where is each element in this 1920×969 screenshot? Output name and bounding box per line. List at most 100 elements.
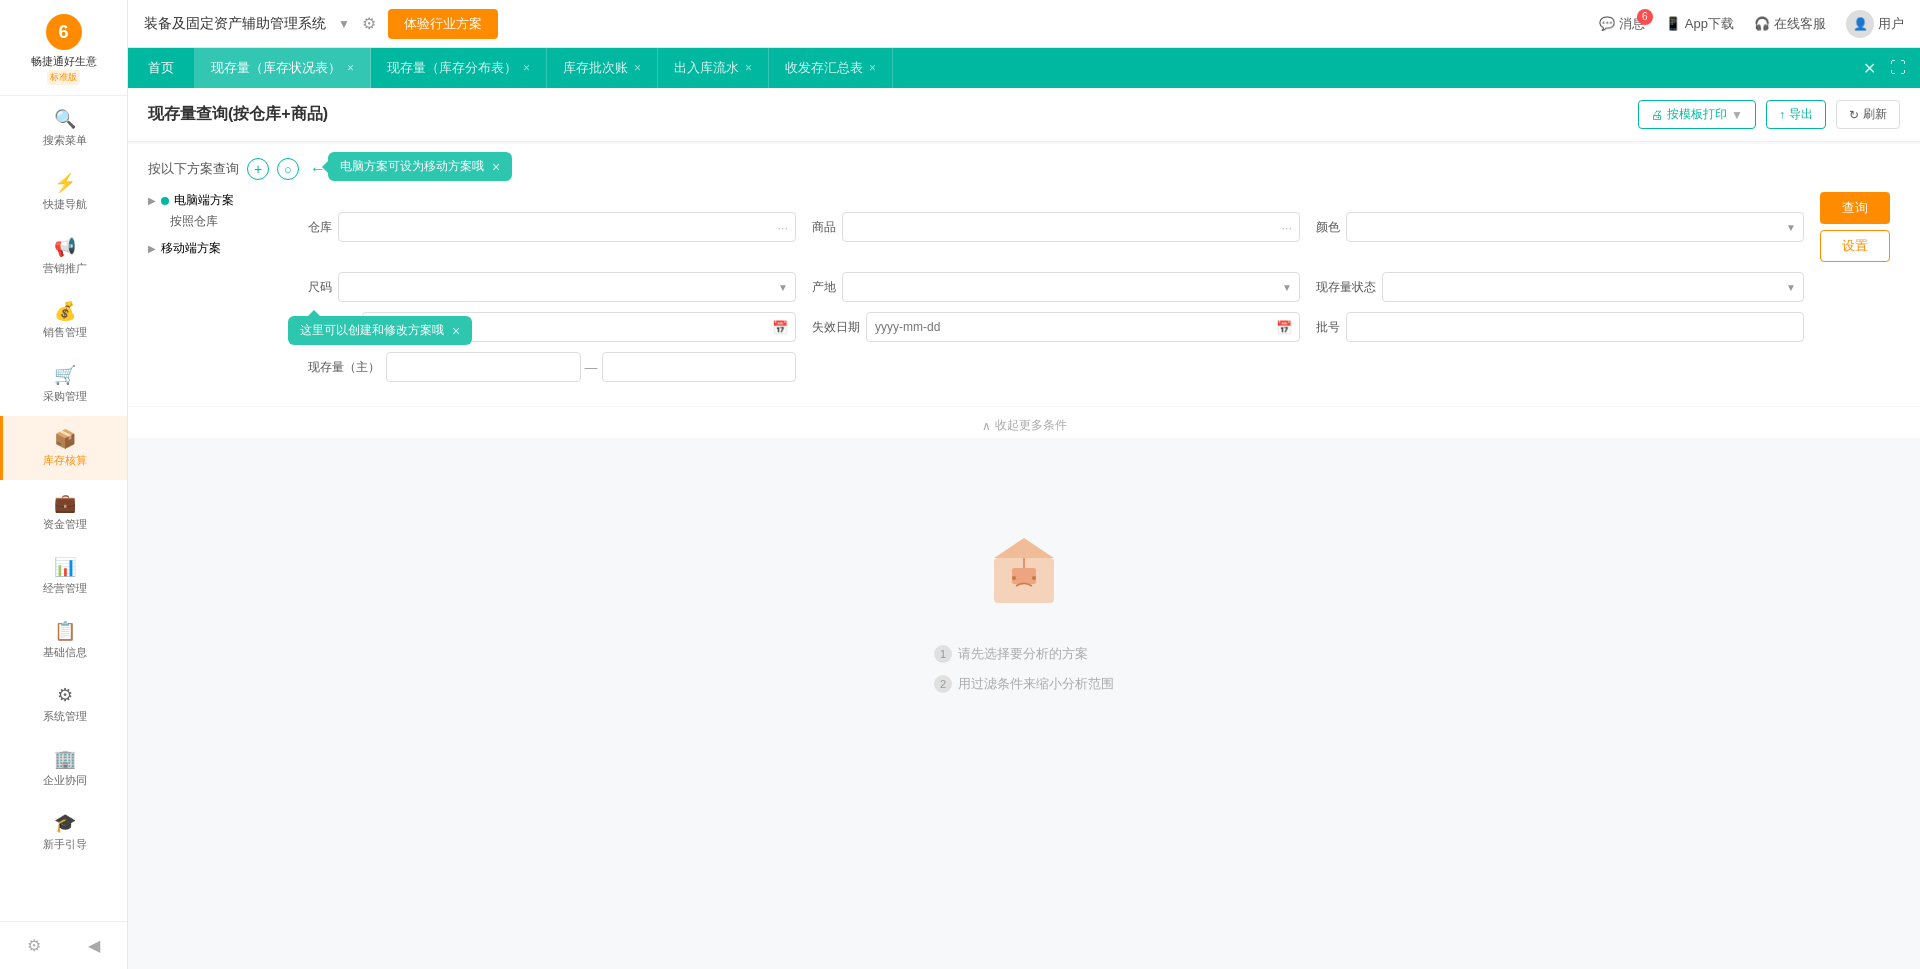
sidebar-item-sales[interactable]: 💰 销售管理	[0, 288, 127, 352]
scheme-tooltip-text: 电脑方案可设为移动方案哦	[340, 158, 484, 175]
mobile-group-label: 移动端方案	[161, 240, 221, 257]
tab-stock-dist[interactable]: 现存量（库存分布表） ×	[371, 48, 547, 88]
export-btn[interactable]: ↑ 导出	[1766, 100, 1826, 129]
stock-main-to[interactable]	[602, 352, 797, 382]
sidebar-item-label-search: 搜索菜单	[43, 133, 87, 148]
sidebar-item-label-asset: 资金管理	[43, 517, 87, 532]
mobile-group-arrow: ▶	[148, 243, 156, 254]
system-dropdown[interactable]: ▼	[338, 17, 350, 31]
scheme-circle-btn[interactable]: ○	[277, 158, 299, 180]
tab-inout-close[interactable]: ×	[745, 61, 752, 75]
sidebar-item-system[interactable]: ⚙ 系统管理	[0, 672, 127, 736]
tab-inout[interactable]: 出入库流水 ×	[658, 48, 769, 88]
goods-label: 商品	[812, 219, 836, 236]
warehouse-input[interactable]	[338, 212, 796, 242]
user-btn[interactable]: 👤 用户	[1846, 10, 1904, 38]
sidebar-item-label-operation: 经营管理	[43, 581, 87, 596]
page-header: 现存量查询(按仓库+商品) 🖨 按模板打印 ▼ ↑ 导出 ↻ 刷新	[128, 88, 1920, 142]
export-label: 导出	[1789, 106, 1813, 123]
collapse-up-icon: ∧	[982, 419, 991, 433]
sidebar-item-operation[interactable]: 📊 经营管理	[0, 544, 127, 608]
stock-status-label: 现存量状态	[1316, 279, 1376, 296]
stock-status-select[interactable]	[1382, 272, 1804, 302]
industry-btn[interactable]: 体验行业方案	[388, 9, 498, 39]
sidebar-item-label-basic: 基础信息	[43, 645, 87, 660]
tab-close-all-icon[interactable]: ✕	[1859, 57, 1880, 80]
edit-scheme-tooltip-close[interactable]: ×	[452, 323, 460, 339]
color-select[interactable]	[1346, 212, 1804, 242]
sidebar-item-quick-nav[interactable]: ⚡ 快捷导航	[0, 160, 127, 224]
scheme-list: ▶ 电脑端方案 按照仓库 ▶ 移动端方案	[148, 192, 308, 382]
collapse-sidebar-btn[interactable]: ◀	[84, 932, 104, 959]
sidebar-item-label-system: 系统管理	[43, 709, 87, 724]
goods-input[interactable]	[842, 212, 1300, 242]
sidebar-item-search[interactable]: 🔍 搜索菜单	[0, 96, 127, 160]
warehouse-label: 仓库	[308, 219, 332, 236]
tab-home[interactable]: 首页	[128, 48, 195, 88]
user-label: 用户	[1878, 15, 1904, 33]
tab-expand-icon[interactable]: ⛶	[1886, 57, 1910, 79]
pc-scheme-group[interactable]: ▶ 电脑端方案	[148, 192, 308, 209]
template-print-btn[interactable]: 🖨 按模板打印 ▼	[1638, 100, 1756, 129]
marketing-icon: 📢	[54, 236, 76, 258]
sidebar-item-marketing[interactable]: 📢 营销推广	[0, 224, 127, 288]
sidebar-item-label-quick-nav: 快捷导航	[43, 197, 87, 212]
tab-batch-close[interactable]: ×	[634, 61, 641, 75]
tab-stock-status[interactable]: 现存量（库存状况表） ×	[195, 48, 371, 88]
set-btn[interactable]: 设置	[1820, 230, 1890, 262]
tip1-text: 请先选择要分析的方案	[958, 641, 1088, 667]
tab-batch[interactable]: 库存批次账 ×	[547, 48, 658, 88]
tabs-actions: ✕ ⛶	[1849, 48, 1920, 88]
batch-input[interactable]	[1346, 312, 1804, 342]
app-download-btn[interactable]: 📱 App下载	[1665, 15, 1734, 33]
sidebar-item-label-enterprise: 企业协同	[43, 773, 87, 788]
page-actions: 🖨 按模板打印 ▼ ↑ 导出 ↻ 刷新	[1638, 100, 1900, 129]
tip2-text: 用过滤条件来缩小分析范围	[958, 671, 1114, 697]
expire-date-input[interactable]	[866, 312, 1300, 342]
settings-gear-icon[interactable]: ⚙	[362, 14, 376, 33]
online-service-btn[interactable]: 🎧 在线客服	[1754, 15, 1826, 33]
stock-main-field: 现存量（主） —	[308, 352, 796, 382]
tab-summary[interactable]: 收发存汇总表 ×	[769, 48, 893, 88]
pc-scheme-item[interactable]: 按照仓库	[148, 213, 308, 230]
pc-group-arrow: ▶	[148, 195, 156, 206]
add-scheme-btn[interactable]: +	[247, 158, 269, 180]
stock-main-from[interactable]	[386, 352, 581, 382]
edit-scheme-tooltip: 这里可以创建和修改方案哦 ×	[288, 316, 472, 345]
scheme-tooltip-close[interactable]: ×	[492, 159, 500, 175]
empty-tip-1: 1 请先选择要分析的方案	[934, 641, 1114, 667]
sidebar-item-asset[interactable]: 💼 资金管理	[0, 480, 127, 544]
sidebar-item-inventory[interactable]: 📦 库存核算	[0, 416, 127, 480]
origin-field: 产地 ▼	[812, 272, 1300, 302]
purchase-icon: 🛒	[54, 364, 76, 386]
origin-select[interactable]	[842, 272, 1300, 302]
sidebar-item-guide[interactable]: 🎓 新手引导	[0, 800, 127, 864]
search-icon: 🔍	[54, 108, 76, 130]
settings-btn[interactable]: ⚙	[23, 932, 45, 959]
tab-batch-label: 库存批次账	[563, 59, 628, 77]
empty-tip-2: 2 用过滤条件来缩小分析范围	[934, 671, 1114, 697]
color-label: 颜色	[1316, 219, 1340, 236]
sidebar-item-basic[interactable]: 📋 基础信息	[0, 608, 127, 672]
page-content: 现存量查询(按仓库+商品) 🖨 按模板打印 ▼ ↑ 导出 ↻ 刷新	[128, 88, 1920, 969]
tip1-num: 1	[934, 645, 952, 663]
tab-stock-dist-close[interactable]: ×	[523, 61, 530, 75]
mobile-scheme-group[interactable]: ▶ 移动端方案	[148, 240, 308, 257]
sidebar-nav: 🔍 搜索菜单 ⚡ 快捷导航 📢 营销推广 💰 销售管理 🛒 采购管理 📦 库存核…	[0, 96, 127, 921]
search-btn[interactable]: 查询	[1820, 192, 1890, 224]
sidebar-item-purchase[interactable]: 🛒 采购管理	[0, 352, 127, 416]
message-btn[interactable]: 💬 消息 6	[1599, 15, 1645, 33]
main-area: 装备及固定资产辅助管理系统 ▼ ⚙ 体验行业方案 💬 消息 6 📱 App下载 …	[128, 0, 1920, 969]
tab-stock-status-close[interactable]: ×	[347, 61, 354, 75]
size-select[interactable]	[338, 272, 796, 302]
svg-marker-1	[994, 538, 1054, 558]
sidebar-item-enterprise[interactable]: 🏢 企业协同	[0, 736, 127, 800]
edit-scheme-tooltip-text: 这里可以创建和修改方案哦	[300, 322, 444, 339]
collapse-more-btn[interactable]: ∧ 收起更多条件	[128, 406, 1920, 438]
inventory-icon: 📦	[54, 428, 76, 450]
sidebar: 6 畅捷通好生意 标准版 🔍 搜索菜单 ⚡ 快捷导航 📢 营销推广 💰 销售管理…	[0, 0, 128, 969]
sidebar-item-label-sales: 销售管理	[43, 325, 87, 340]
brand-name: 畅捷通好生意	[31, 54, 97, 68]
tab-summary-close[interactable]: ×	[869, 61, 876, 75]
refresh-btn[interactable]: ↻ 刷新	[1836, 100, 1900, 129]
